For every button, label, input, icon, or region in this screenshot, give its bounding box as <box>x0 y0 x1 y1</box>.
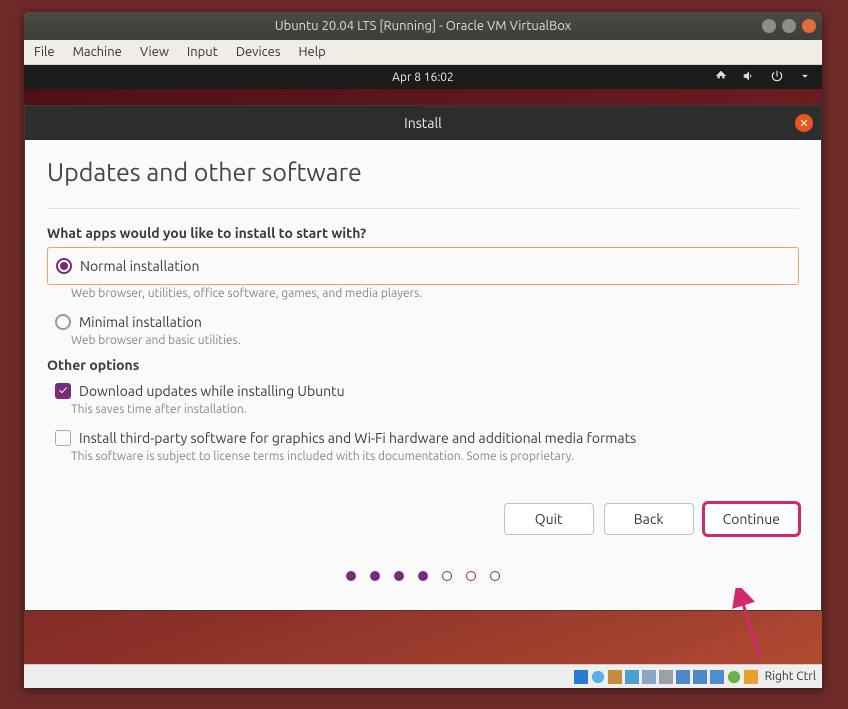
virtualbox-statusbar: Right Ctrl <box>24 664 822 688</box>
page-title: Updates and other software <box>47 158 799 186</box>
menu-help[interactable]: Help <box>299 45 326 59</box>
installer-close-icon[interactable]: ✕ <box>795 114 813 132</box>
third-party-option[interactable]: Install third-party software for graphic… <box>47 426 799 450</box>
normal-install-desc: Web browser, utilities, office software,… <box>71 287 799 300</box>
other-options-heading: Other options <box>47 357 799 373</box>
quit-button[interactable]: Quit <box>504 503 594 535</box>
menu-input[interactable]: Input <box>187 45 218 59</box>
window-controls <box>762 19 816 33</box>
back-button[interactable]: Back <box>604 503 694 535</box>
status-shared-icon[interactable] <box>659 670 673 684</box>
button-row: Quit Back Continue <box>47 503 799 535</box>
minimize-icon[interactable] <box>762 19 776 33</box>
third-party-desc: This software is subject to license term… <box>71 450 799 463</box>
normal-install-label: Normal installation <box>80 258 199 274</box>
gnome-topbar: Apr 8 16:02 <box>24 65 822 89</box>
menu-devices[interactable]: Devices <box>236 45 281 59</box>
menu-file[interactable]: File <box>34 45 55 59</box>
download-updates-desc: This saves time after installation. <box>71 403 799 416</box>
status-usb-icon[interactable] <box>642 670 656 684</box>
status-mouse-icon[interactable] <box>744 670 758 684</box>
progress-dot <box>442 571 452 581</box>
status-recording-icon[interactable] <box>693 670 707 684</box>
progress-dot <box>490 571 500 581</box>
minimal-install-radio[interactable] <box>55 314 71 330</box>
progress-dot <box>370 571 380 581</box>
minimal-install-option[interactable]: Minimal installation <box>47 310 799 334</box>
progress-dot <box>466 571 476 581</box>
menu-machine[interactable]: Machine <box>73 45 122 59</box>
virtualbox-title: Ubuntu 20.04 LTS [Running] - Oracle VM V… <box>275 19 572 33</box>
maximize-icon[interactable] <box>782 19 796 33</box>
host-key-label: Right Ctrl <box>765 670 816 683</box>
status-optical-icon[interactable] <box>591 670 605 684</box>
download-updates-label: Download updates while installing Ubuntu <box>79 383 345 399</box>
virtualbox-menubar: File Machine View Input Devices Help <box>24 40 822 65</box>
virtualbox-window: Ubuntu 20.04 LTS [Running] - Oracle VM V… <box>24 12 822 688</box>
status-network-icon[interactable] <box>625 670 639 684</box>
status-disk-icon[interactable] <box>574 670 588 684</box>
status-display-icon[interactable] <box>676 670 690 684</box>
volume-icon[interactable] <box>742 69 756 86</box>
close-icon[interactable] <box>802 19 816 33</box>
progress-dots <box>47 571 799 581</box>
gnome-clock[interactable]: Apr 8 16:02 <box>392 71 454 84</box>
third-party-label: Install third-party software for graphic… <box>79 430 636 446</box>
minimal-install-desc: Web browser and basic utilities. <box>71 334 799 347</box>
menu-view[interactable]: View <box>140 45 169 59</box>
download-updates-checkbox[interactable] <box>55 383 71 399</box>
status-cpu-icon[interactable] <box>710 670 724 684</box>
installer-titlebar[interactable]: Install ✕ <box>25 106 821 140</box>
status-audio-icon[interactable] <box>608 670 622 684</box>
normal-install-radio[interactable] <box>56 258 72 274</box>
chevron-down-icon[interactable] <box>798 69 812 86</box>
virtualbox-titlebar[interactable]: Ubuntu 20.04 LTS [Running] - Oracle VM V… <box>24 12 822 40</box>
progress-dot <box>418 571 428 581</box>
installer-window-title: Install <box>404 115 442 131</box>
continue-button[interactable]: Continue <box>704 503 799 535</box>
apps-question: What apps would you like to install to s… <box>47 225 799 241</box>
status-settings-icon[interactable] <box>727 670 741 684</box>
installer-body: Updates and other software What apps wou… <box>25 140 821 610</box>
gnome-system-tray[interactable] <box>714 69 812 86</box>
progress-dot <box>346 571 356 581</box>
installer-dialog: Install ✕ Updates and other software Wha… <box>24 105 822 611</box>
divider <box>47 208 799 209</box>
third-party-checkbox[interactable] <box>55 430 71 446</box>
minimal-install-label: Minimal installation <box>79 314 202 330</box>
download-updates-option[interactable]: Download updates while installing Ubuntu <box>47 379 799 403</box>
power-icon[interactable] <box>770 69 784 86</box>
normal-install-option[interactable]: Normal installation <box>47 247 799 285</box>
guest-screen: Apr 8 16:02 Install ✕ Updates and other … <box>24 65 822 664</box>
progress-dot <box>394 571 404 581</box>
network-icon[interactable] <box>714 69 728 86</box>
